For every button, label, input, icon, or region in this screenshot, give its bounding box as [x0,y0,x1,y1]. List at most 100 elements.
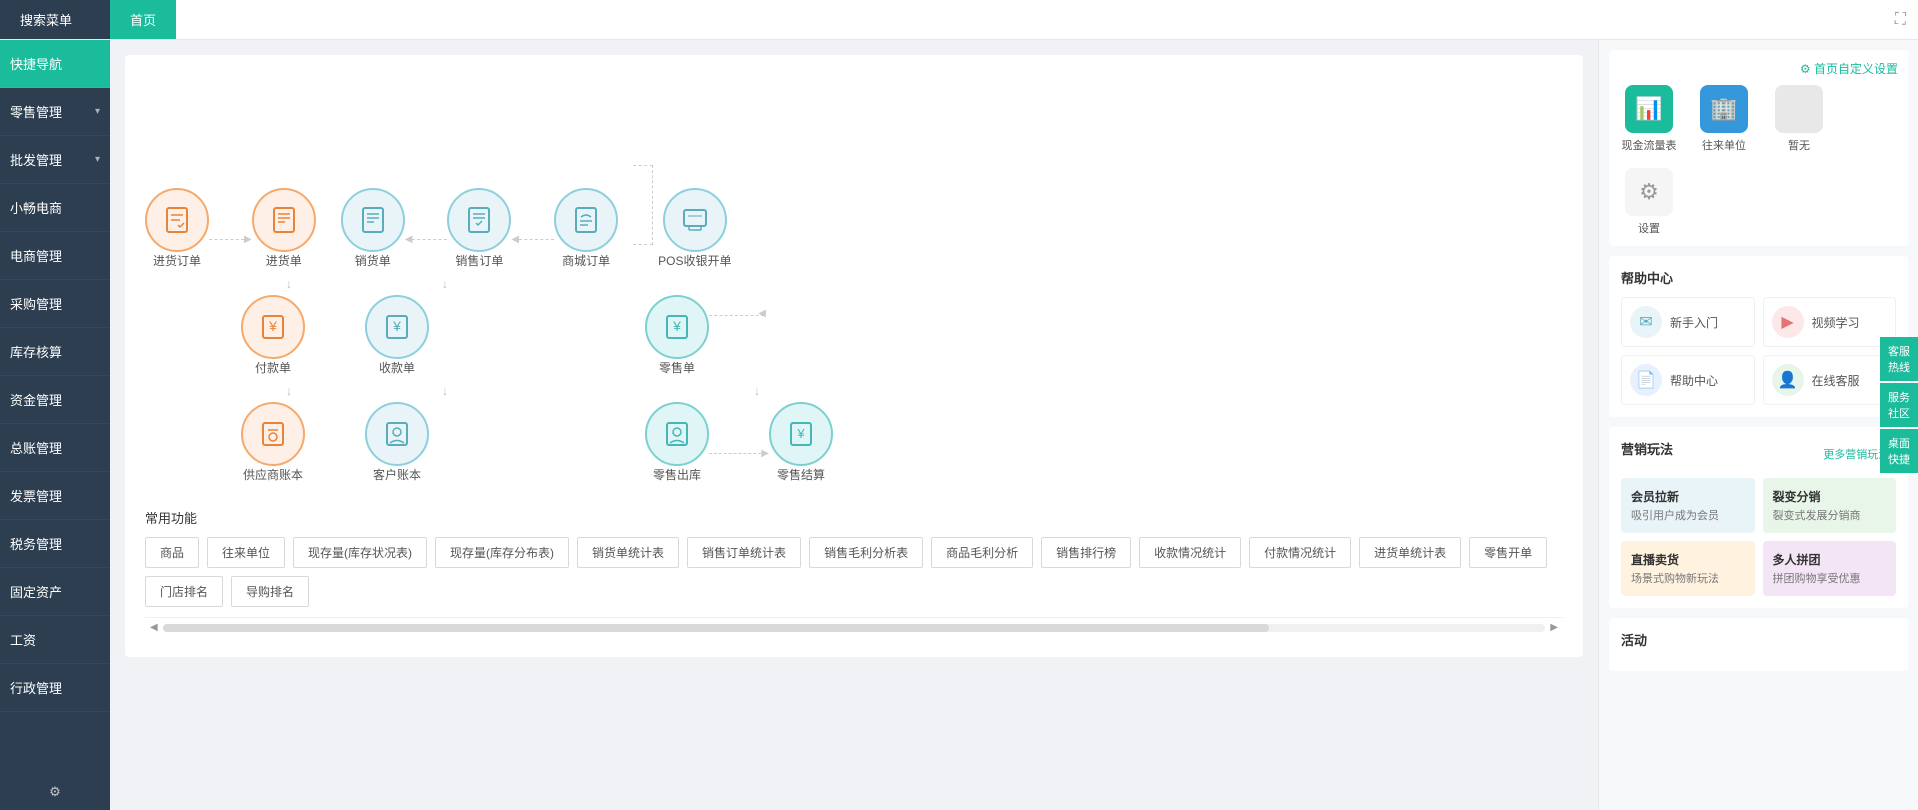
function-button[interactable]: 销售毛利分析表 [809,537,923,568]
marketing-item[interactable]: 直播卖货 场景式购物新玩法 [1621,541,1755,596]
function-button[interactable]: 现存量(库存分布表) [435,537,569,568]
scroll-thumb[interactable] [163,624,1269,632]
node-retail-outbound[interactable]: 零售出库 [645,402,709,483]
quick-icon-label: 现金流量表 [1622,137,1677,153]
function-button[interactable]: 进货单统计表 [1359,537,1461,568]
marketing-item[interactable]: 裂变分销 裂变式发展分销商 [1763,478,1897,533]
sidebar-item-finance[interactable]: 资金管理 [0,376,110,424]
sales-bill-icon [341,188,405,252]
pos-register-label: POS收银开单 [658,252,731,269]
function-buttons-grid: 商品往来单位现存量(库存状况表)现存量(库存分布表)销货单统计表销售订单统计表销… [145,537,1563,607]
function-button[interactable]: 商品 [145,537,199,568]
node-retail-settlement[interactable]: ¥ 零售结算 [769,402,833,483]
sidebar-item-retail[interactable]: 零售管理▾ [0,88,110,136]
help-items-grid: ✉ 新手入门 ▶ 视频学习 📄 帮助中心 👤 在线客服 [1621,297,1896,405]
content-area: 进货订单 ▶ 进货单 [110,40,1918,810]
sidebar-item-ecommerce[interactable]: 电商管理 [0,232,110,280]
node-customer-account[interactable]: 客户账本 [365,402,429,483]
supplier-account-label: 供应商账本 [243,466,303,483]
sidebar-item-inventory[interactable]: 库存核算 [0,328,110,376]
custom-settings-link[interactable]: ⚙ 首页自定义设置 [1619,60,1898,77]
sidebar-item-purchase[interactable]: 采购管理 [0,280,110,328]
sidebar-item-admin[interactable]: 行政管理 [0,664,110,712]
function-button[interactable]: 销售订单统计表 [687,537,801,568]
node-retail-slip[interactable]: ¥ 零售单 ◀ [645,295,709,376]
help-item-label: 在线客服 [1812,372,1860,389]
help-item[interactable]: ▶ 视频学习 [1763,297,1897,347]
function-button[interactable]: 商品毛利分析 [931,537,1033,568]
help-center-section: 帮助中心 ✉ 新手入门 ▶ 视频学习 📄 帮助中心 👤 在线客服 [1609,256,1908,417]
marketing-item-desc: 场景式购物新玩法 [1631,570,1745,586]
sidebar: 快捷导航 零售管理▾ 批发管理▾ 小畅电商 电商管理 采购管理 库存核算 资金管… [0,40,110,810]
marketing-items-grid: 会员拉新 吸引用户成为会员 裂变分销 裂变式发展分销商 直播卖货 场景式购物新玩… [1621,478,1896,596]
scroll-right-arrow[interactable]: ▶ [1550,622,1558,633]
sidebar-item-ecommerce-small[interactable]: 小畅电商 [0,184,110,232]
scroll-track[interactable] [163,624,1546,632]
purchase-order-label: 进货订单 [153,252,201,269]
marketing-item-title: 直播卖货 [1631,551,1745,568]
customer-service-button[interactable]: 客服热线 [1880,337,1918,381]
sidebar-item-quick-nav[interactable]: 快捷导航 [0,40,110,88]
help-icon: 📄 [1630,364,1662,396]
marketing-item[interactable]: 会员拉新 吸引用户成为会员 [1621,478,1755,533]
quick-icon-item[interactable]: 🏢 往来单位 [1694,85,1754,153]
help-icon: ▶ [1772,306,1804,338]
home-tab[interactable]: 首页 [110,0,176,39]
help-item[interactable]: 📄 帮助中心 [1621,355,1755,405]
desktop-shortcut-button[interactable]: 桌面快捷 [1880,429,1918,473]
settings-icon[interactable]: ⚙ [0,774,110,810]
sidebar-item-salary[interactable]: 工资 [0,616,110,664]
customer-account-icon [365,402,429,466]
node-mall-order[interactable]: 商城订单 [554,188,618,269]
down-arrows-row-2: ↓ ↓ ↓ [145,384,1563,398]
function-button[interactable]: 导购排名 [231,576,309,607]
sales-order-icon [447,188,511,252]
quick-icon-label: 设置 [1638,220,1660,236]
function-button[interactable]: 销售排行榜 [1041,537,1131,568]
sidebar-item-wholesale[interactable]: 批发管理▾ [0,136,110,184]
chevron-down-icon: ▾ [95,106,100,117]
node-purchase-bill[interactable]: 进货单 [252,188,316,269]
sidebar-item-fixed-assets[interactable]: 固定资产 [0,568,110,616]
retail-settlement-label: 零售结算 [777,466,825,483]
function-button[interactable]: 付款情况统计 [1249,537,1351,568]
service-community-button[interactable]: 服务社区 [1880,383,1918,427]
node-payment-slip[interactable]: ¥ 付款单 [241,295,305,376]
scroll-bar[interactable]: ◀ ▶ [145,617,1563,637]
quick-icon-item[interactable]: 暂无 [1769,85,1829,153]
quick-icon-item[interactable]: 📊 现金流量表 [1619,85,1679,153]
receipt-slip-label: 收款单 [379,359,415,376]
marketing-item[interactable]: 多人拼团 拼团购物享受优惠 [1763,541,1897,596]
retail-outbound-icon [645,402,709,466]
function-button[interactable]: 收款情况统计 [1139,537,1241,568]
function-button[interactable]: 往来单位 [207,537,285,568]
help-item[interactable]: ✉ 新手入门 [1621,297,1755,347]
sidebar-item-general-ledger[interactable]: 总账管理 [0,424,110,472]
node-sales-order[interactable]: 销售订单 [447,188,511,269]
node-supplier-account[interactable]: 供应商账本 [241,402,305,483]
node-sales-bill[interactable]: 销货单 [341,188,405,269]
flow-diagram-card: 进货订单 ▶ 进货单 [125,55,1583,657]
node-purchase-order[interactable]: 进货订单 [145,188,209,269]
function-button[interactable]: 销货单统计表 [577,537,679,568]
sales-bill-label: 销货单 [355,252,391,269]
quick-icon-item[interactable]: ⚙ 设置 [1619,168,1679,236]
pos-register-icon [663,188,727,252]
function-button[interactable]: 零售开单 [1469,537,1547,568]
marketing-item-title: 裂变分销 [1773,488,1887,505]
function-button[interactable]: 现存量(库存状况表) [293,537,427,568]
mall-order-label: 商城订单 [562,252,610,269]
function-button[interactable]: 门店排名 [145,576,223,607]
help-item[interactable]: 👤 在线客服 [1763,355,1897,405]
maximize-button[interactable]: ⛶ [1883,0,1918,39]
sidebar-item-tax[interactable]: 税务管理 [0,520,110,568]
node-pos-register[interactable]: POS收银开单 [658,188,731,269]
node-receipt-slip[interactable]: ¥ 收款单 [365,295,429,376]
common-functions-title: 常用功能 [145,508,1563,527]
activity-title: 活动 [1621,630,1896,649]
sidebar-item-invoice[interactable]: 发票管理 [0,472,110,520]
down-arrows-row: ↓ ↓ [145,277,1563,291]
scroll-left-arrow[interactable]: ◀ [150,622,158,633]
search-menu-button[interactable]: 搜索菜单 [0,0,110,39]
svg-text:¥: ¥ [672,318,681,334]
